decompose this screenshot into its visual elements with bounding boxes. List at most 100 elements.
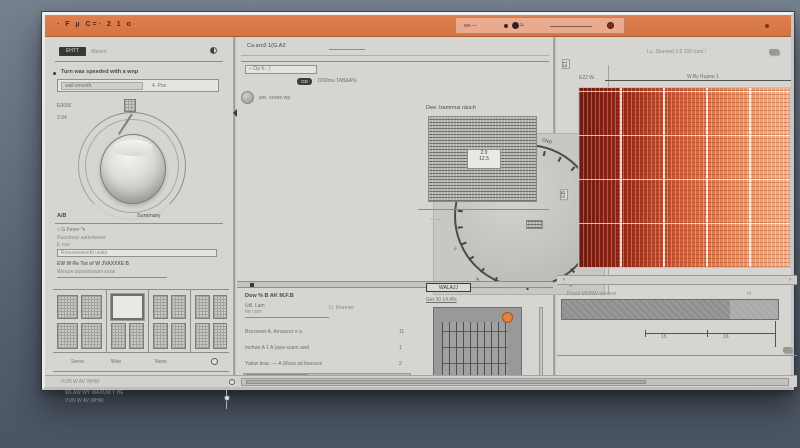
bar-header: Prosa MMBW wwxxxx — [567, 291, 617, 297]
tile-label-2[interactable]: Wse — [111, 359, 121, 365]
tile-4c[interactable] — [195, 323, 210, 349]
title-bar[interactable]: · F µ C=· 2 1 o wo·— ≈ — [45, 15, 791, 37]
position-input-value[interactable]: wall smooth — [61, 82, 143, 90]
tile-4b[interactable] — [213, 295, 227, 319]
plot-label-left: E22 W. — [579, 75, 596, 81]
list-mark: · — [403, 305, 405, 311]
status-icon-circle[interactable] — [229, 379, 235, 385]
list-row-1[interactable]: Bxxxwxer A. Amaxxxx e a — [245, 329, 390, 335]
middle-panel: Ca aro3 1(G.A2 ⌐ Op K·: ] OD J200mu TAB&… — [237, 37, 609, 387]
record-dot[interactable] — [607, 22, 614, 29]
summary-row-2: Rasudxaz aataxtwwer — [57, 235, 106, 241]
tile-3b[interactable] — [171, 295, 186, 319]
tile-radio[interactable] — [211, 358, 218, 365]
indicator-dot-2[interactable] — [512, 22, 519, 29]
section-ab-label: A/B — [57, 213, 67, 219]
tile-grid — [53, 289, 229, 353]
knob-highlight — [113, 140, 153, 156]
list-row-2[interactable]: mxhws A 1 A (axw xuam awd — [245, 345, 390, 351]
summary-row-3: E row — [57, 242, 70, 248]
splitter-left[interactable] — [233, 37, 236, 387]
dial-tick — [457, 226, 463, 229]
dial-tick — [542, 150, 546, 157]
heatmap[interactable] — [578, 87, 791, 268]
middle-header: Ca aro3 1(G.A2 — [247, 43, 286, 49]
tile-2c[interactable] — [111, 323, 126, 349]
main-hscrollbar-thumb[interactable] — [246, 380, 646, 384]
plot-caption: Lu. Stunned 2.0 100 turot ! — [647, 49, 707, 55]
dial-tick — [461, 242, 467, 246]
cursor-blob — [783, 347, 792, 353]
dim-label-2: 16 — [723, 334, 729, 340]
footer-line-3: YUN W AV WHW — [65, 398, 104, 404]
summary-input[interactable]: Rosuxewaxotd uxatu — [57, 249, 217, 257]
tile-label-3[interactable]: Nens — [155, 359, 167, 365]
op-field[interactable]: ⌐ Op K·: ] — [245, 65, 317, 74]
preview-value-box: 2.0 12.5 — [467, 149, 501, 169]
dial-tick — [480, 268, 485, 273]
list-row-3-num: 2 — [399, 361, 402, 367]
knob-code-label: E0000 — [57, 103, 72, 109]
axis-chip: E1 — [562, 59, 570, 70]
progress-bar — [561, 299, 779, 320]
tile-2d[interactable] — [129, 323, 144, 349]
tile-1d[interactable] — [81, 323, 102, 349]
plot-label-right: W.By Rupee 1 — [685, 74, 721, 80]
tile-3a[interactable] — [153, 295, 168, 319]
grid-lines — [442, 322, 508, 380]
status-icon[interactable] — [241, 91, 254, 104]
footer-radio-2[interactable] — [224, 395, 230, 401]
knob-value-label: 2.04 — [57, 115, 67, 121]
main-hscrollbar[interactable] — [241, 378, 789, 386]
tile-4d[interactable] — [213, 323, 227, 349]
right-panel: Lu. Stunned 2.0 100 turot ! E1 GB E22 W.… — [557, 37, 797, 387]
tile-1c[interactable] — [57, 323, 78, 349]
list-label-2: for com — [245, 309, 262, 315]
tile-label-1[interactable]: Servs — [71, 359, 84, 365]
indicator-dot-1[interactable] — [504, 24, 508, 28]
dial-tick — [457, 210, 463, 213]
tile-1b[interactable] — [81, 295, 102, 319]
dial-tick — [469, 256, 475, 261]
axis-chip-2: GB — [560, 189, 568, 201]
dial-label: CND — [541, 137, 553, 145]
footer-line-2: WLAW WY WAXUM Y HE — [65, 390, 124, 396]
status-bar: YUN W AV WHW — [45, 375, 797, 387]
list-row-3[interactable]: Yatxw brac. — A (Rxxa ad baxxxxx — [245, 361, 390, 367]
tile-1a[interactable] — [57, 295, 78, 319]
grid-header: Get 30 14.4% — [426, 297, 457, 303]
bullet-icon — [53, 72, 56, 75]
plot-scroll-row[interactable]: ‹ › — [557, 275, 797, 285]
tile-selected[interactable] — [110, 293, 145, 321]
list-row-2-num: 1 — [399, 345, 402, 351]
left-panel: EHTT Wanen Turn was speeded with a wnp w… — [45, 37, 233, 409]
list-header: Dow % B AK M.F.B — [245, 293, 294, 299]
tile-4a[interactable] — [195, 295, 210, 319]
slider-track[interactable] — [550, 26, 592, 27]
titlebar-right-dot[interactable] — [765, 24, 769, 28]
bar-header-right: m — [747, 291, 752, 297]
scroll-left-icon[interactable]: ‹ — [563, 277, 565, 283]
knob-marks: · ` — [65, 187, 70, 193]
middle-separator — [237, 281, 553, 288]
dim-label-1: 15 — [661, 334, 667, 340]
od-badge: OD — [297, 78, 312, 85]
dial-label: ·L — [452, 246, 459, 252]
scroll-right-icon[interactable]: › — [789, 277, 791, 283]
progress-bar-tail — [730, 300, 778, 319]
mode-chip[interactable]: EHTT — [59, 47, 86, 56]
position-input[interactable]: wall smooth 4. Pos — [57, 79, 219, 92]
summary-bold-line: EW W Re Tot of W JVAXXXE B — [57, 261, 130, 267]
list-center-label: U. Runner — [329, 305, 355, 311]
status-left-text: YUN W AV WHW — [61, 379, 100, 385]
grid-chip[interactable]: WALAJJ — [426, 283, 471, 292]
tile-3d[interactable] — [171, 323, 186, 349]
od-badge-text: J200mu TAB&A% — [317, 78, 357, 84]
tile-3c[interactable] — [153, 323, 168, 349]
pattern-icon[interactable] — [124, 99, 136, 112]
moon-icon[interactable] — [210, 47, 217, 54]
separator-handle[interactable] — [250, 283, 254, 287]
pencil-icon[interactable] — [769, 49, 779, 55]
grid-status-dot[interactable] — [502, 312, 513, 323]
heatmap-gridlines — [579, 88, 790, 267]
